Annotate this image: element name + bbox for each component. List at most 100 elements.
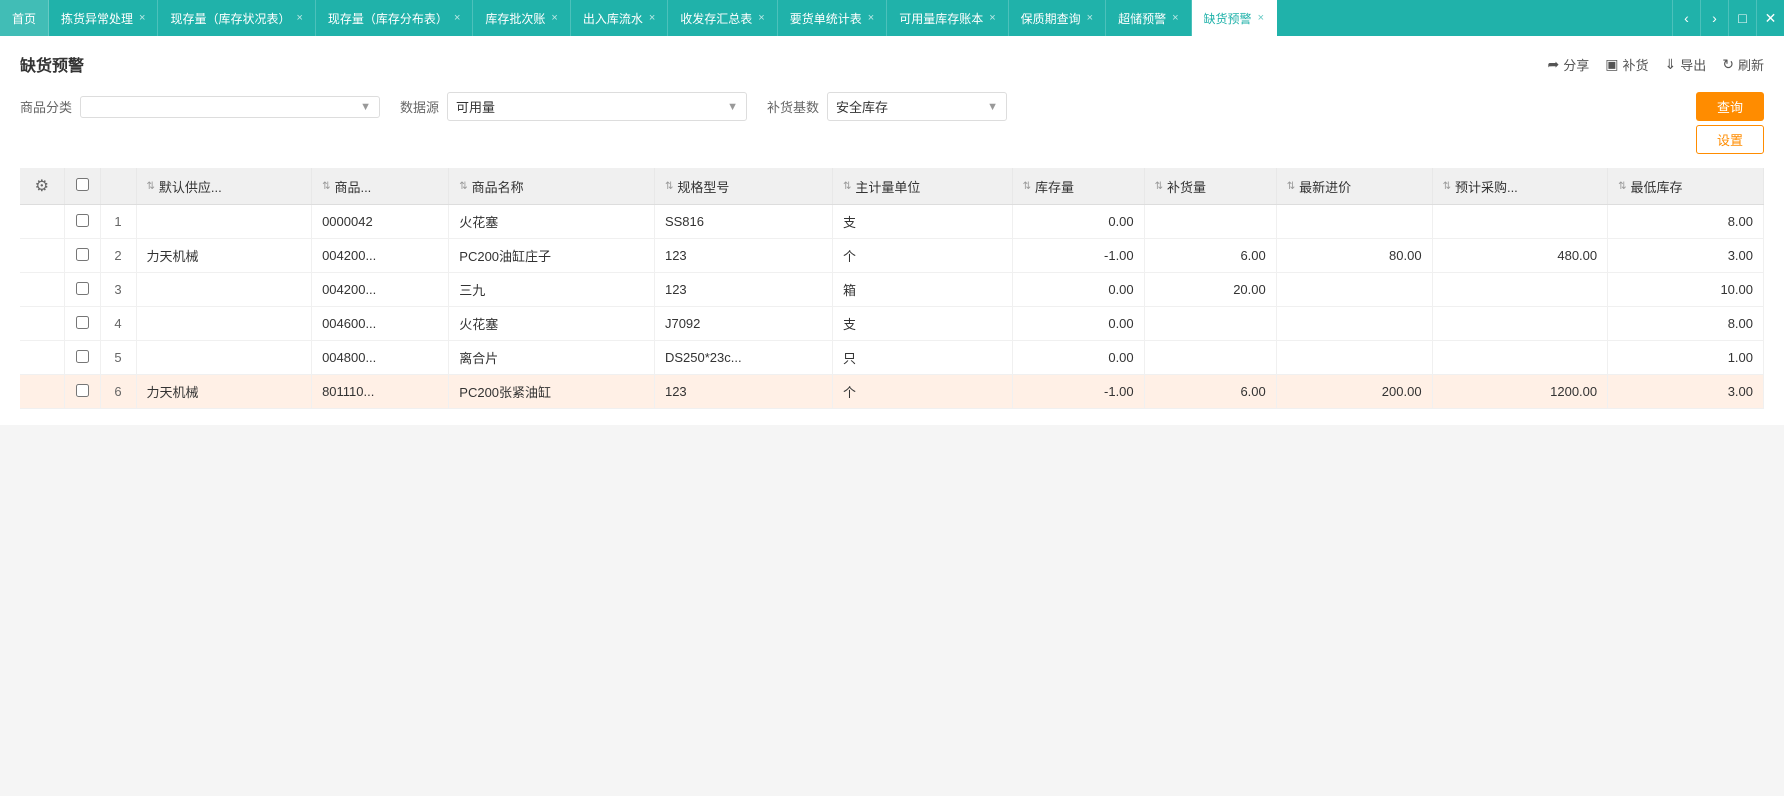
tab-restore[interactable]: □ — [1728, 0, 1756, 36]
tab-nav-next[interactable]: › — [1700, 0, 1728, 36]
row-latest-price-cell — [1276, 273, 1432, 307]
settings-button[interactable]: 设置 — [1696, 125, 1764, 154]
row-spec-cell: SS816 — [654, 205, 832, 239]
row-checkbox[interactable] — [76, 214, 89, 227]
share-button[interactable]: ➦ 分享 — [1548, 55, 1590, 74]
tab-home[interactable]: 首页 — [0, 0, 49, 36]
tab-expiry-query[interactable]: 保质期查询 × — [1009, 0, 1106, 36]
row-settings-cell — [20, 239, 64, 273]
row-settings-cell — [20, 273, 64, 307]
category-label: 商品分类 — [20, 97, 72, 116]
tab-available-ledger[interactable]: 可用量库存账本 × — [887, 0, 1008, 36]
row-spec-cell: J7092 — [654, 307, 832, 341]
export-button[interactable]: ⇓ 导出 — [1665, 55, 1707, 74]
row-est-purchase-cell: 1200.00 — [1432, 375, 1608, 409]
tab-batch-account[interactable]: 库存批次账 × — [473, 0, 570, 36]
refresh-button[interactable]: ↻ 刷新 — [1722, 55, 1764, 74]
row-replenish-qty-cell — [1144, 205, 1276, 239]
row-stock-qty-cell: 0.00 — [1012, 341, 1144, 375]
row-supplier-cell — [136, 273, 312, 307]
main-content: 缺货预警 ➦ 分享 ▣ 补货 ⇓ 导出 ↻ 刷新 商品分类 — [0, 36, 1784, 425]
table-row: 10000042火花塞SS816支0.008.00 — [20, 205, 1764, 239]
tab-close-all[interactable]: ✕ — [1756, 0, 1784, 36]
spec-sort-icon[interactable]: ⇅ — [665, 181, 673, 192]
latest-price-sort-icon[interactable]: ⇅ — [1287, 181, 1295, 192]
tab-receive-send[interactable]: 收发存汇总表 × — [668, 0, 777, 36]
data-table: ⚙ ⇅ 默认供应... ⇅ 商品... — [20, 168, 1764, 409]
row-item-code-cell: 004200... — [312, 239, 449, 273]
tab-close-available-ledger[interactable]: × — [989, 12, 995, 24]
stock-qty-sort-icon[interactable]: ⇅ — [1023, 181, 1031, 192]
tab-nav-prev[interactable]: ‹ — [1672, 0, 1700, 36]
page-header: 缺货预警 ➦ 分享 ▣ 补货 ⇓ 导出 ↻ 刷新 — [20, 52, 1764, 76]
min-stock-sort-icon[interactable]: ⇅ — [1618, 181, 1626, 192]
item-code-sort-icon[interactable]: ⇅ — [322, 181, 330, 192]
tab-stock-dist[interactable]: 现存量（库存分布表） × — [316, 0, 473, 36]
table-row: 2力天机械004200...PC200油缸庄子123个-1.006.0080.0… — [20, 239, 1764, 273]
supplier-sort-icon[interactable]: ⇅ — [147, 181, 155, 192]
row-latest-price-cell: 80.00 — [1276, 239, 1432, 273]
tab-close-receive-send[interactable]: × — [758, 12, 764, 24]
datasource-label: 数据源 — [400, 97, 439, 116]
row-checkbox[interactable] — [76, 248, 89, 261]
row-checkbox[interactable] — [76, 316, 89, 329]
tab-close-overstock[interactable]: × — [1172, 12, 1178, 24]
tab-close-stock-dist[interactable]: × — [454, 12, 460, 24]
tab-overstock[interactable]: 超储预警 × — [1106, 0, 1191, 36]
item-name-column-header: ⇅ 商品名称 — [449, 168, 655, 205]
replenish-button[interactable]: ▣ 补货 — [1605, 55, 1648, 74]
row-checkbox-cell — [64, 375, 100, 409]
query-button[interactable]: 查询 — [1696, 92, 1764, 121]
row-stock-qty-cell: -1.00 — [1012, 239, 1144, 273]
tab-shortage[interactable]: 缺货预警 × — [1192, 0, 1277, 36]
replenish-basis-select[interactable]: 安全库存 ▼ — [827, 92, 1007, 121]
row-unit-cell: 个 — [833, 375, 1013, 409]
tab-close-abnormal[interactable]: × — [139, 12, 145, 24]
row-checkbox-cell — [64, 239, 100, 273]
datasource-value: 可用量 — [456, 97, 495, 116]
replenish-qty-sort-icon[interactable]: ⇅ — [1155, 181, 1163, 192]
row-item-name-cell: 火花塞 — [449, 307, 655, 341]
unit-column-header: ⇅ 主计量单位 — [833, 168, 1013, 205]
row-replenish-qty-cell — [1144, 307, 1276, 341]
tab-inout-flow[interactable]: 出入库流水 × — [571, 0, 668, 36]
row-item-name-cell: PC200张紧油缸 — [449, 375, 655, 409]
row-settings-cell — [20, 205, 64, 239]
row-settings-cell — [20, 307, 64, 341]
settings-column-header: ⚙ — [20, 168, 64, 205]
row-supplier-cell: 力天机械 — [136, 375, 312, 409]
row-checkbox[interactable] — [76, 384, 89, 397]
row-latest-price-cell — [1276, 307, 1432, 341]
est-purchase-sort-icon[interactable]: ⇅ — [1443, 181, 1451, 192]
row-stock-qty-cell: 0.00 — [1012, 273, 1144, 307]
tab-close-stock-status[interactable]: × — [296, 12, 302, 24]
select-all-checkbox[interactable] — [76, 178, 89, 191]
row-seq-cell: 1 — [100, 205, 136, 239]
row-spec-cell: 123 — [654, 239, 832, 273]
row-checkbox[interactable] — [76, 350, 89, 363]
row-min-stock-cell: 3.00 — [1608, 375, 1764, 409]
item-name-sort-icon[interactable]: ⇅ — [459, 181, 467, 192]
tab-close-inout-flow[interactable]: × — [649, 12, 655, 24]
row-item-name-cell: 三九 — [449, 273, 655, 307]
tab-close-order-stats[interactable]: × — [868, 12, 874, 24]
checkbox-column-header — [64, 168, 100, 205]
category-select[interactable]: ▼ — [80, 96, 380, 118]
row-est-purchase-cell — [1432, 273, 1608, 307]
tab-abnormal[interactable]: 拣货异常处理 × — [49, 0, 158, 36]
row-min-stock-cell: 3.00 — [1608, 239, 1764, 273]
tab-stock-status[interactable]: 现存量（库存状况表） × — [158, 0, 315, 36]
tab-close-shortage[interactable]: × — [1258, 12, 1264, 24]
row-item-code-cell: 0000042 — [312, 205, 449, 239]
replenish-basis-label: 补货基数 — [767, 97, 819, 116]
row-seq-cell: 4 — [100, 307, 136, 341]
datasource-select[interactable]: 可用量 ▼ — [447, 92, 747, 121]
unit-sort-icon[interactable]: ⇅ — [843, 181, 851, 192]
gear-icon[interactable]: ⚙ — [35, 178, 49, 195]
row-checkbox[interactable] — [76, 282, 89, 295]
tab-close-batch-account[interactable]: × — [551, 12, 557, 24]
min-stock-column-header: ⇅ 最低库存 — [1608, 168, 1764, 205]
row-est-purchase-cell — [1432, 307, 1608, 341]
tab-close-expiry-query[interactable]: × — [1087, 12, 1093, 24]
tab-order-stats[interactable]: 要货单统计表 × — [778, 0, 887, 36]
